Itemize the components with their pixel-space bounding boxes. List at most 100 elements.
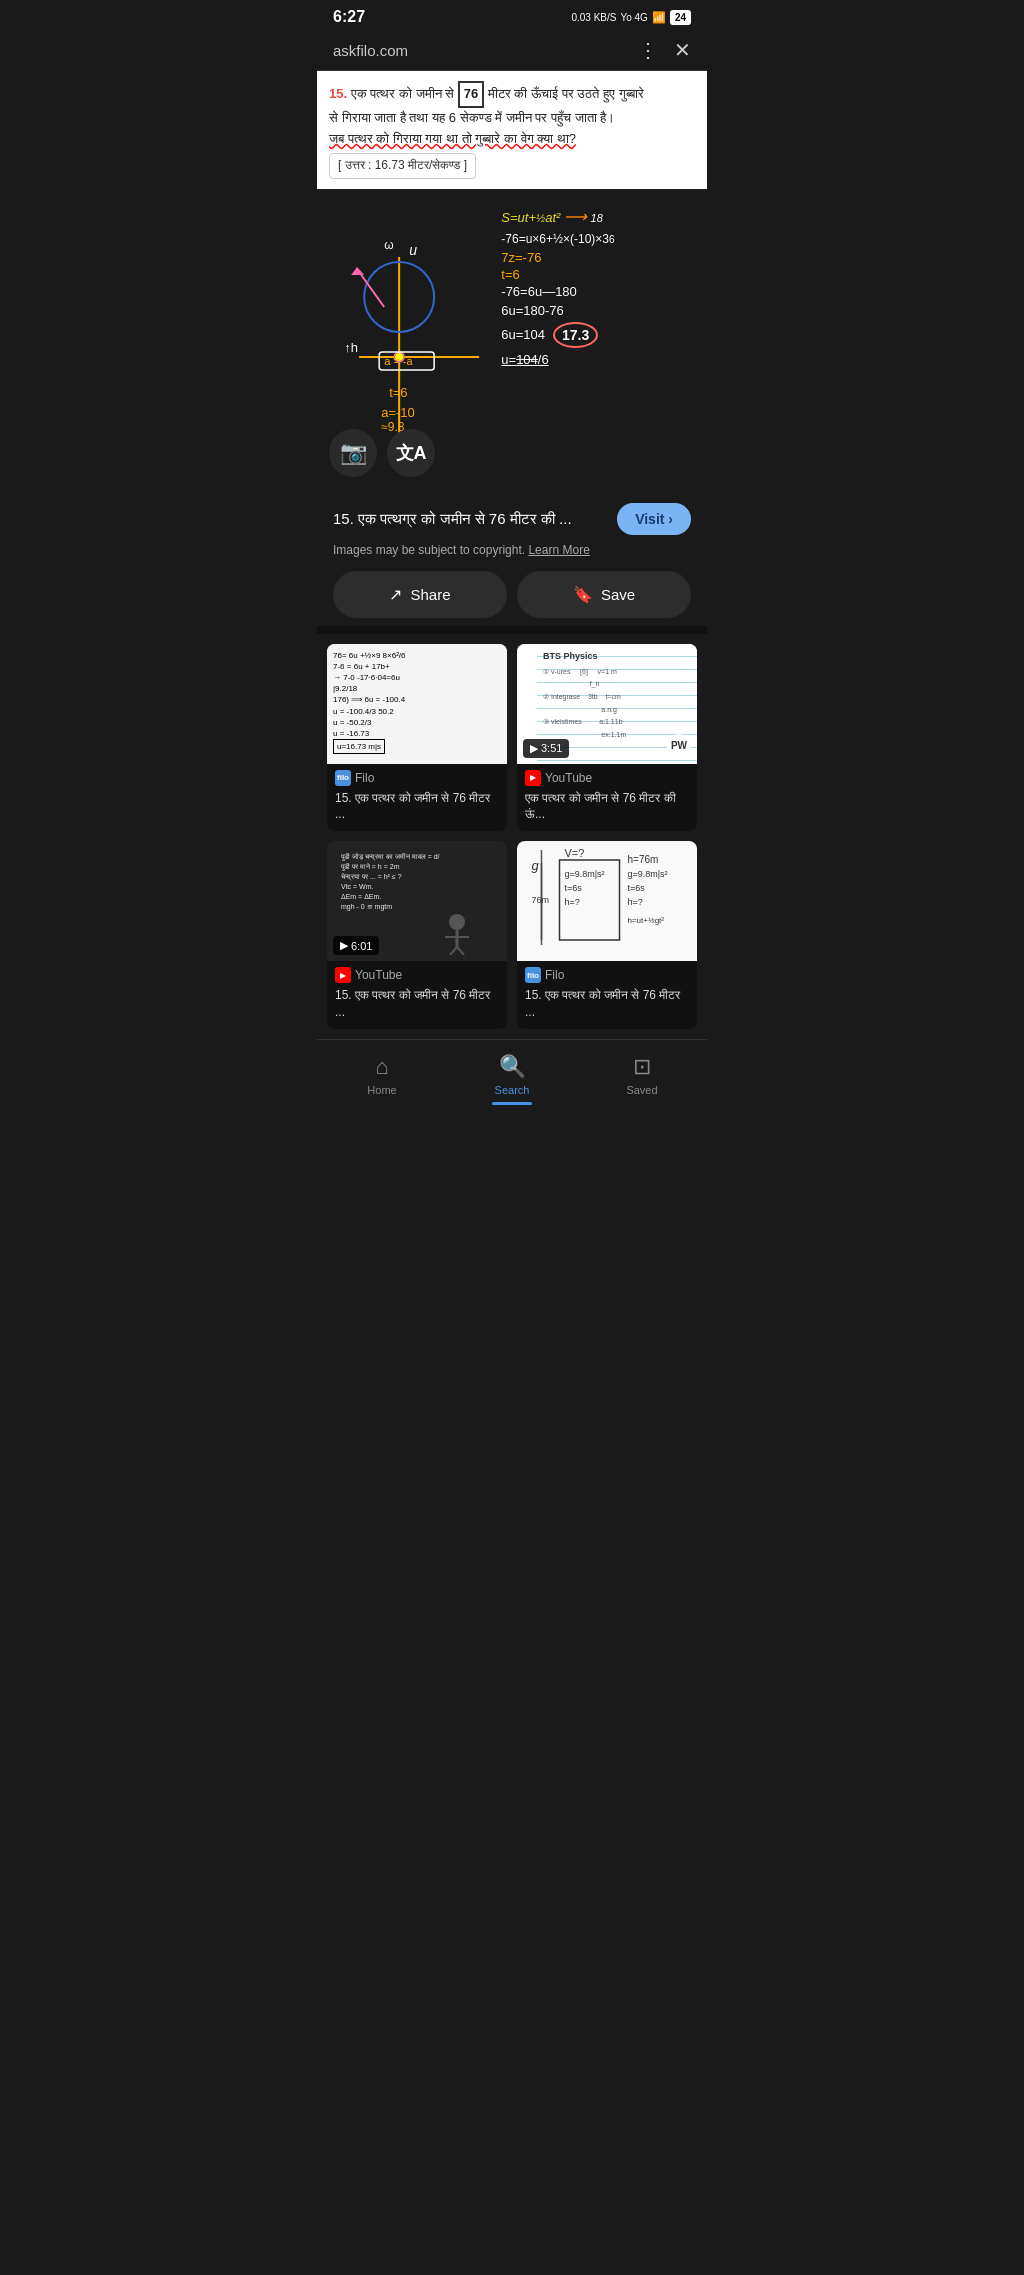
browser-bar: askfilo.com ⋮ ✕ [317,30,707,71]
svg-text:a = -ā: a = -ā [384,355,413,367]
svg-text:mgh - 0 ≅ mgtm: mgh - 0 ≅ mgtm [341,903,392,911]
info-section: 15. एक पत्थग्र को जमीन से 76 मीटर की ...… [317,489,707,626]
svg-text:g=9.8m|s²: g=9.8m|s² [628,869,668,879]
results-grid: 76= 6u +½×9 8×6²/6 7-6 = 6u + 17b+ → 7-0… [317,634,707,1039]
status-time: 6:27 [333,8,365,26]
physics-diagram-2: g V=? g=9.8m|s² t=6s h=? h=76m g=9.8m|s²… [521,845,693,953]
svg-text:t=6s: t=6s [565,883,583,893]
info-title-row: 15. एक पत्थग्र को जमीन से 76 मीटर की ...… [333,503,691,535]
battery-indicator: 24 [670,10,691,25]
result-thumb-1: 76= 6u +½×9 8×6²/6 7-6 = 6u + 17b+ → 7-0… [327,644,507,764]
result-card-3[interactable]: पुडी जोड़ चन्द्रमा का जमीन मावल = d/ पुड… [327,841,507,1029]
status-icons: 0.03 KB/S Yo 4G 📶 24 [571,10,691,25]
result-desc-2: एक पत्थर को जमीन से 76 मीटर की ऊं... [517,788,697,832]
result-card-4[interactable]: g V=? g=9.8m|s² t=6s h=? h=76m g=9.8m|s²… [517,841,697,1029]
svg-text:पुडी पर माने = h = 2m: पुडी पर माने = h = 2m [340,862,400,871]
filo-icon-4: filo [525,967,541,983]
bottom-navigation: ⌂ Home 🔍 Search ⊡ Saved [317,1039,707,1129]
home-label: Home [367,1084,396,1096]
play-icon-3: ▶ [340,939,348,952]
result-thumb-3: पुडी जोड़ चन्द्रमा का जमीन मावल = d/ पुड… [327,841,507,961]
action-buttons: ↗ Share 🔖 Save [333,571,691,618]
result-card-2[interactable]: BTS Physics ① v-ures [6] v=1 m f_n ② Int… [517,644,697,832]
result-math-content-1: 76= 6u +½×9 8×6²/6 7-6 = 6u + 17b+ → 7-0… [327,644,507,764]
svg-text:h=ut+½gt²: h=ut+½gt² [628,916,665,925]
source-name-4: Filo [545,968,564,982]
answer-box: [ उत्तर : 16.73 मीटर/सेकण्ड ] [329,153,476,178]
svg-text:ω: ω [384,238,393,252]
svg-text:h=76m: h=76m [628,854,659,865]
active-indicator [492,1102,532,1105]
youtube-icon-2: ▶ [525,770,541,786]
svg-text:V=?: V=? [565,847,585,859]
svg-text:h=?: h=? [565,897,580,907]
search-label: Search [495,1084,530,1096]
translate-tool-button[interactable]: 文A [387,429,435,477]
learn-more-link[interactable]: Learn More [528,543,589,557]
svg-text:t=6s: t=6s [628,883,646,893]
home-icon: ⌂ [375,1054,388,1080]
nav-saved[interactable]: ⊡ Saved [577,1050,707,1109]
result-desc-1: 15. एक पत्थर को जमीन से 76 मीटर ... [327,788,507,832]
tool-buttons: 📷 文A [329,429,435,477]
browser-url[interactable]: askfilo.com [333,42,638,59]
svg-text:Vtc = Wm.: Vtc = Wm. [341,883,374,890]
source-name-1: Filo [355,771,374,785]
filo-icon-1: filo [335,770,351,786]
result-desc-3: 15. एक पत्थर को जमीन से 76 मीटर ... [327,985,507,1029]
saved-label: Saved [626,1084,657,1096]
source-name-2: YouTube [545,771,592,785]
math-equations: S=ut+½at² ⟶ 18 -76=u×6+½×(-10)×36 7z=-76… [493,197,699,481]
result-desc-4: 15. एक पत्थर को जमीन से 76 मीटर ... [517,985,697,1029]
question-number: 15. [329,86,347,101]
section-divider [317,626,707,634]
play-icon-2: ▶ [530,742,538,755]
camera-tool-button[interactable]: 📷 [329,429,377,477]
status-bar: 6:27 0.03 KB/S Yo 4G 📶 24 [317,0,707,30]
question-text: 15. एक पत्थर को जमीन से 76 मीटर की ऊँचाई… [329,81,695,149]
svg-text:पुडी जोड़ चन्द्रमा का जमीन माव: पुडी जोड़ चन्द्रमा का जमीन मावल = d/ [340,852,440,861]
nav-search[interactable]: 🔍 Search [447,1050,577,1109]
source-name-3: YouTube [355,968,402,982]
result-source-4: filo Filo [517,961,697,985]
bookmark-icon: 🔖 [573,585,593,604]
question-box: 15. एक पत्थर को जमीन से 76 मीटर की ऊँचाई… [317,71,707,189]
network-speed: 0.03 KB/S [571,12,616,23]
close-icon[interactable]: ✕ [674,38,691,62]
svg-text:a=-10: a=-10 [381,405,415,420]
result-thumb-4: g V=? g=9.8m|s² t=6s h=? h=76m g=9.8m|s²… [517,841,697,961]
svg-line-3 [359,272,384,307]
svg-line-25 [457,947,464,955]
more-menu-icon[interactable]: ⋮ [638,38,658,62]
saved-icon: ⊡ [633,1054,651,1080]
svg-line-24 [450,947,457,955]
result-source-1: filo Filo [327,764,507,788]
search-icon: 🔍 [499,1054,526,1080]
play-badge-3: ▶ 6:01 [333,936,379,955]
play-badge-2: ▶ 3:51 [523,739,569,758]
svg-text:↑h: ↑h [344,340,358,355]
result-source-2: ▶ YouTube [517,764,697,788]
svg-text:u: u [409,242,417,258]
svg-text:76m: 76m [532,895,550,905]
result-thumb-2: BTS Physics ① v-ures [6] v=1 m f_n ② Int… [517,644,697,764]
svg-text:g: g [532,858,540,873]
result-title: 15. एक पत्थग्र को जमीन से 76 मीटर की ... [333,510,605,528]
svg-marker-4 [351,267,364,275]
signal-icon: 📶 [652,11,666,24]
youtube-icon-3: ▶ [335,967,351,983]
browser-actions: ⋮ ✕ [638,38,691,62]
highlighted-value: 76 [458,81,484,108]
svg-text:t=6: t=6 [389,385,407,400]
math-work-area: u ω a = -ā ↑h t=6 a=-10 ≈9.8 [317,189,707,489]
visit-button[interactable]: Visit › [617,503,691,535]
result-card-1[interactable]: 76= 6u +½×9 8×6²/6 7-6 = 6u + 17b+ → 7-0… [327,644,507,832]
svg-text:g=9.8m|s²: g=9.8m|s² [565,869,605,879]
svg-text:ΔEm = ΔEm.: ΔEm = ΔEm. [341,893,381,900]
main-content: 15. एक पत्थर को जमीन से 76 मीटर की ऊँचाई… [317,71,707,489]
share-icon: ↗ [389,585,402,604]
nav-home[interactable]: ⌂ Home [317,1050,447,1109]
result-source-3: ▶ YouTube [327,961,507,985]
save-button[interactable]: 🔖 Save [517,571,691,618]
share-button[interactable]: ↗ Share [333,571,507,618]
